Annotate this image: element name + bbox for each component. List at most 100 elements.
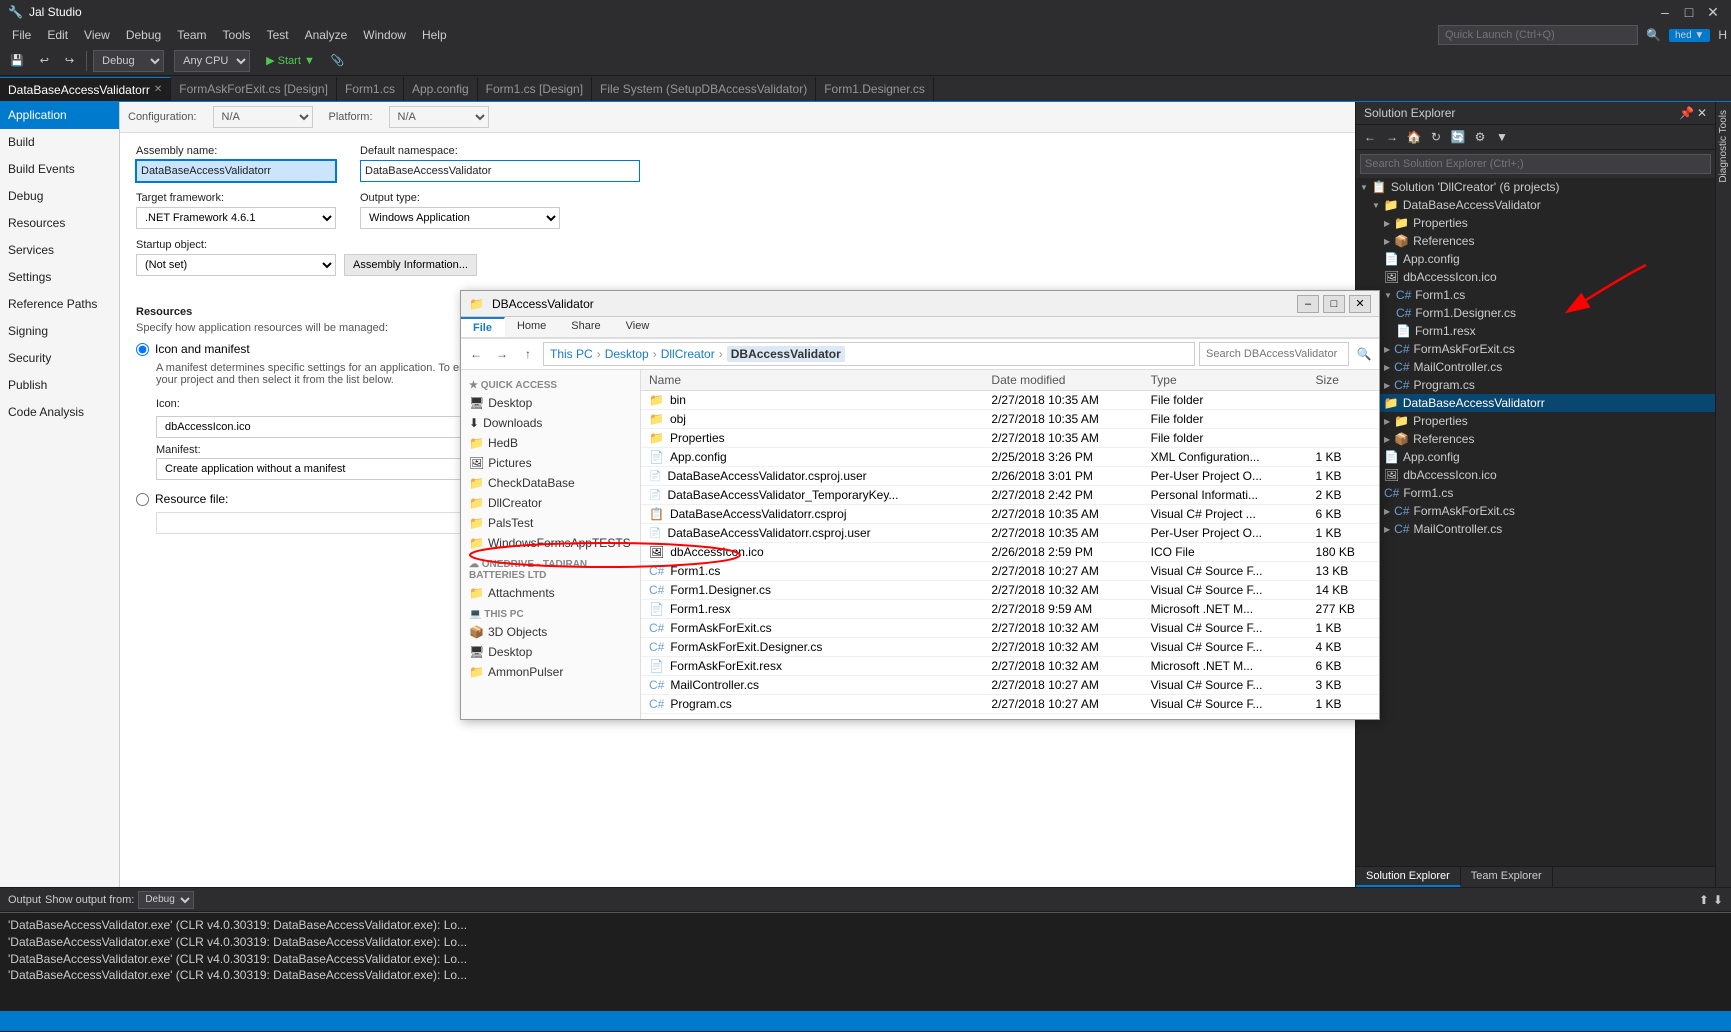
se-form1-2[interactable]: C# Form1.cs — [1356, 484, 1715, 502]
fe-sidebar-dllcreator[interactable]: 📁 DllCreator — [461, 493, 640, 513]
start-btn[interactable]: ▶ Start ▼ — [260, 50, 321, 72]
sidebar-item-debug[interactable]: Debug — [0, 183, 119, 210]
fe-sidebar-pictures[interactable]: 🖼 Pictures — [461, 453, 640, 473]
se-close-icon[interactable]: ✕ — [1697, 106, 1707, 120]
se-properties-2[interactable]: ▶ 📁 Properties — [1356, 412, 1715, 430]
table-row[interactable]: 📄DataBaseAccessValidator.csproj.user 2/2… — [641, 467, 1379, 486]
output-type-select[interactable]: Windows Application — [360, 207, 560, 229]
se-sync-btn[interactable]: ↻ — [1426, 127, 1446, 147]
se-dbaccessicon-2[interactable]: 🖼 dbAccessIcon.ico — [1356, 466, 1715, 484]
tab-5[interactable]: File System (SetupDBAccessValidator) — [592, 77, 816, 101]
menu-file[interactable]: File — [4, 24, 39, 46]
tab-0[interactable]: DataBaseAccessValidatorr ✕ — [0, 77, 171, 101]
output-source-select[interactable]: Debug — [138, 891, 194, 909]
target-framework-select[interactable]: .NET Framework 4.6.1 — [136, 207, 336, 229]
fe-sidebar-desktop2[interactable]: 🖥 Desktop — [461, 642, 640, 662]
tab-0-close[interactable]: ✕ — [154, 84, 162, 95]
table-row[interactable]: 📄DataBaseAccessValidatorr.csproj.user 2/… — [641, 524, 1379, 543]
menu-view[interactable]: View — [76, 24, 118, 46]
sidebar-item-code-analysis[interactable]: Code Analysis — [0, 399, 119, 426]
radio-icon-input[interactable] — [136, 343, 149, 356]
se-properties-1[interactable]: ▶ 📁 Properties — [1356, 214, 1715, 232]
fe-tab-share[interactable]: Share — [559, 317, 613, 337]
se-tab-solution[interactable]: Solution Explorer — [1356, 867, 1461, 887]
sidebar-item-settings[interactable]: Settings — [0, 264, 119, 291]
close-button[interactable]: ✕ — [1703, 2, 1723, 22]
breadcrumb-dllcreator[interactable]: DllCreator — [661, 347, 715, 361]
col-type[interactable]: Type — [1143, 370, 1308, 391]
sidebar-item-publish[interactable]: Publish — [0, 372, 119, 399]
fe-back-btn[interactable]: ← — [465, 343, 487, 365]
se-project-1[interactable]: ▼ 📁 DataBaseAccessValidator — [1356, 196, 1715, 214]
tab-1[interactable]: FormAskForExit.cs [Design] — [171, 77, 337, 101]
assembly-name-input[interactable] — [136, 160, 336, 182]
fe-search-input[interactable] — [1199, 342, 1349, 366]
platform-dropdown[interactable]: Any CPU — [174, 50, 250, 72]
output-btn-2[interactable]: ⬇ — [1713, 893, 1723, 907]
platform-config-dropdown[interactable]: N/A — [389, 106, 489, 128]
breadcrumb-desktop[interactable]: Desktop — [605, 347, 649, 361]
attach-btn[interactable]: 📎 — [325, 50, 351, 72]
fe-maximize-btn[interactable]: □ — [1323, 295, 1345, 313]
se-pin-icon[interactable]: 📌 — [1679, 106, 1694, 120]
col-size[interactable]: Size — [1308, 370, 1379, 391]
fe-sidebar-palstest[interactable]: 📁 PalsTest — [461, 513, 640, 533]
se-project-2[interactable]: ▼ 📁 DataBaseAccessValidatorr — [1356, 394, 1715, 412]
menu-tools[interactable]: Tools — [215, 24, 259, 46]
menu-window[interactable]: Window — [355, 24, 414, 46]
se-home-btn[interactable]: 🏠 — [1404, 127, 1424, 147]
se-solution-root[interactable]: ▼ 📋 Solution 'DllCreator' (6 projects) — [1356, 178, 1715, 196]
se-formaskforexit-1[interactable]: ▶ C# FormAskForExit.cs — [1356, 340, 1715, 358]
sidebar-item-security[interactable]: Security — [0, 345, 119, 372]
se-appconfig-2[interactable]: 📄 App.config — [1356, 448, 1715, 466]
radio-resource-input[interactable] — [136, 493, 149, 506]
fe-sidebar-attachments[interactable]: 📁 Attachments — [461, 583, 640, 603]
se-mailcontroller-1[interactable]: ▶ C# MailController.cs — [1356, 358, 1715, 376]
assembly-info-button[interactable]: Assembly Information... — [344, 254, 477, 276]
output-btn-1[interactable]: ⬆ — [1699, 893, 1709, 907]
col-modified[interactable]: Date modified — [983, 370, 1142, 391]
se-filter-btn[interactable]: ▼ — [1492, 127, 1512, 147]
se-formaskforexit-2[interactable]: ▶ C# FormAskForExit.cs — [1356, 502, 1715, 520]
fe-sidebar-checkdatabase[interactable]: 📁 CheckDataBase — [461, 473, 640, 493]
breadcrumb-dbvalidator[interactable]: DBAccessValidator — [727, 346, 845, 362]
table-row[interactable]: 📋DataBaseAccessValidatorr.csproj 2/27/20… — [641, 505, 1379, 524]
tab-6[interactable]: Form1.Designer.cs — [816, 77, 934, 101]
tab-4[interactable]: Form1.cs [Design] — [478, 77, 592, 101]
fe-close-btn[interactable]: ✕ — [1349, 295, 1371, 313]
sidebar-item-application[interactable]: Application — [0, 102, 119, 129]
config-dropdown[interactable]: N/A — [213, 106, 313, 128]
debug-mode-dropdown[interactable]: Debug Release — [93, 50, 164, 72]
fe-tab-file[interactable]: File — [461, 317, 505, 337]
se-references-2[interactable]: ▶ 📦 References — [1356, 430, 1715, 448]
fe-sidebar-3dobjects[interactable]: 📦 3D Objects — [461, 622, 640, 642]
se-settings-btn[interactable]: ⚙ — [1470, 127, 1490, 147]
fe-up-btn[interactable]: ↑ — [517, 343, 539, 365]
menu-help[interactable]: Help — [414, 24, 455, 46]
menu-test[interactable]: Test — [259, 24, 297, 46]
sidebar-item-reference-paths[interactable]: Reference Paths — [0, 291, 119, 318]
table-row[interactable]: C#Form1.Designer.cs 2/27/2018 10:32 AM V… — [641, 581, 1379, 600]
se-dbaccessicon-1[interactable]: 🖼 dbAccessIcon.ico — [1356, 268, 1715, 286]
default-namespace-input[interactable] — [360, 160, 640, 182]
col-name[interactable]: Name — [641, 370, 983, 391]
quick-launch-input[interactable] — [1438, 25, 1638, 45]
table-row[interactable]: C#Program.cs 2/27/2018 10:27 AM Visual C… — [641, 695, 1379, 714]
fe-tab-home[interactable]: Home — [505, 317, 559, 337]
fe-forward-btn[interactable]: → — [491, 343, 513, 365]
se-form1-1[interactable]: ▼ C# Form1.cs — [1356, 286, 1715, 304]
se-form1resx-1[interactable]: 📄 Form1.resx — [1356, 322, 1715, 340]
sidebar-item-resources[interactable]: Resources — [0, 210, 119, 237]
menu-edit[interactable]: Edit — [39, 24, 76, 46]
breadcrumb-thispc[interactable]: This PC — [550, 347, 593, 361]
table-row[interactable]: 📁bin 2/27/2018 10:35 AM File folder — [641, 391, 1379, 410]
fe-sidebar-ammonpulser[interactable]: 📁 AmmonPulser — [461, 662, 640, 682]
redo-btn[interactable]: ↪ — [59, 50, 80, 72]
sidebar-item-build-events[interactable]: Build Events — [0, 156, 119, 183]
table-row[interactable]: 📄Form1.resx 2/27/2018 9:59 AM Microsoft … — [641, 600, 1379, 619]
tab-3[interactable]: App.config — [404, 77, 478, 101]
table-row[interactable]: 📁Properties 2/27/2018 10:35 AM File fold… — [641, 429, 1379, 448]
fe-sidebar-winforms[interactable]: 📁 WindowsFormsAppTESTS — [461, 533, 640, 553]
sidebar-item-services[interactable]: Services — [0, 237, 119, 264]
platform-dropdown-btn[interactable]: Any CPU — [168, 50, 256, 72]
